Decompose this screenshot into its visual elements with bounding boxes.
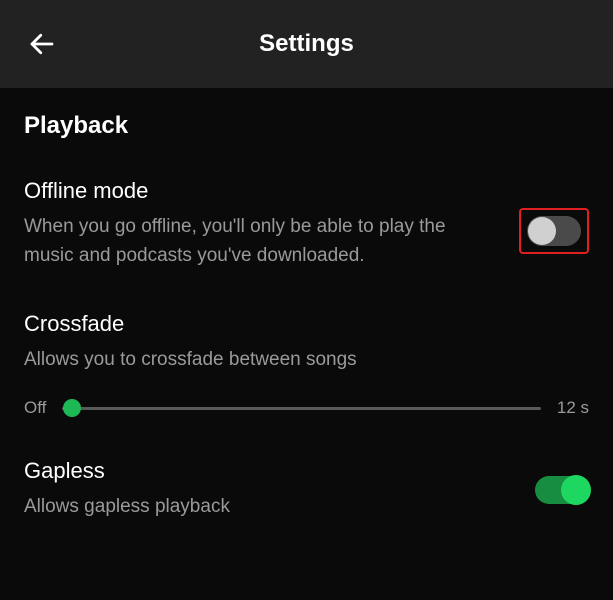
setting-gapless: Gapless Allows gapless playback: [24, 458, 589, 521]
crossfade-slider-max-label: 12 s: [557, 398, 589, 418]
gapless-description: Allows gapless playback: [24, 492, 515, 521]
crossfade-slider[interactable]: [62, 407, 540, 410]
back-button[interactable]: [22, 24, 62, 64]
setting-offline-mode: Offline mode When you go offline, you'll…: [24, 178, 589, 271]
section-title-playback: Playback: [24, 112, 589, 140]
toggle-knob: [528, 217, 556, 245]
header: Settings: [0, 0, 613, 88]
offline-mode-toggle[interactable]: [527, 216, 581, 246]
crossfade-description: Allows you to crossfade between songs: [24, 345, 589, 374]
offline-mode-highlight: [519, 208, 589, 254]
offline-mode-description: When you go offline, you'll only be able…: [24, 212, 499, 271]
gapless-label: Gapless: [24, 458, 515, 484]
crossfade-label: Crossfade: [24, 311, 589, 337]
offline-mode-label: Offline mode: [24, 178, 499, 204]
gapless-toggle[interactable]: [535, 476, 589, 504]
setting-crossfade: Crossfade Allows you to crossfade betwee…: [24, 311, 589, 418]
page-title: Settings: [0, 30, 613, 58]
content: Playback Offline mode When you go offlin…: [0, 88, 613, 522]
toggle-knob: [561, 475, 591, 505]
back-arrow-icon: [27, 29, 57, 59]
crossfade-slider-min-label: Off: [24, 398, 46, 418]
slider-thumb: [63, 399, 81, 417]
